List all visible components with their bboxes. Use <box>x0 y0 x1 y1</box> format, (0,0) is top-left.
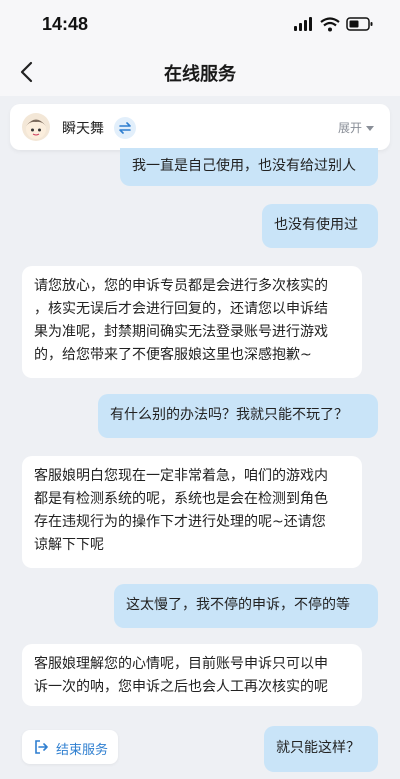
message-line: 谅解下下呢 <box>34 537 104 553</box>
nav-bar: 在线服务 <box>0 48 400 96</box>
message-line: 客服娘明白您现在一定非常着急，咱们的游戏内 <box>34 468 328 484</box>
wifi-icon <box>320 17 340 32</box>
agent-avatar <box>22 113 50 141</box>
status-time: 14:48 <box>42 14 89 34</box>
message-user: 就只能这样？ <box>264 726 378 772</box>
transfer-icon[interactable] <box>114 117 136 139</box>
message-agent: 客服娘明白您现在一定非常着急，咱们的游戏内 都是有检测系统的呢，系统也是会在检测… <box>22 456 362 568</box>
agent-card: 瞬天舞 展开 <box>10 104 390 150</box>
message-user: 也没有使用过 <box>262 204 378 248</box>
message-agent: 请您放心，您的申诉专员都是会进行多次核实的 ，核实无误后才会进行回复的，还请您以… <box>22 266 362 378</box>
message-user: 我一直是自己使用，也没有给过别人 <box>120 148 378 186</box>
message-text: 有什么别的办法吗？我就只能不玩了？ <box>110 407 348 423</box>
message-user: 这太慢了，我不停的申诉，不停的等 <box>114 584 378 628</box>
message-text: 这太慢了，我不停的申诉，不停的等 <box>126 597 350 613</box>
status-icons <box>294 16 374 32</box>
end-service-label: 结束服务 <box>56 743 109 758</box>
end-service-button[interactable]: 结束服务 <box>22 730 118 764</box>
expand-button[interactable]: 展开 <box>338 119 374 136</box>
expand-label: 展开 <box>337 121 362 135</box>
message-line: 的，给您带来了不便客服娘这里也深感抱歉~ <box>34 347 312 363</box>
message-user: 有什么别的办法吗？我就只能不玩了？ <box>98 394 378 438</box>
message-line: 请您放心，您的申诉专员都是会进行多次核实的 <box>34 278 328 294</box>
status-bar: 14:48 <box>0 0 400 48</box>
message-line: 果为准呢，封禁期间确实无法登录账号进行游戏 <box>34 324 328 340</box>
message-line: 都是有检测系统的呢，系统也是会在检测到角色 <box>34 491 328 507</box>
message-line: 存在违规行为的操作下才进行处理的呢~还请您 <box>34 514 326 530</box>
signal-icon <box>294 17 312 31</box>
message-agent: 客服娘理解您的心情呢，目前账号申诉只可以申 诉一次的呐，您申诉之后也会人工再次核… <box>22 644 362 706</box>
page-title: 在线服务 <box>164 64 236 85</box>
agent-name: 瞬天舞 <box>62 121 104 137</box>
battery-icon <box>346 17 373 31</box>
message-text: 我一直是自己使用，也没有给过别人 <box>132 158 356 174</box>
message-line: 诉一次的呐，您申诉之后也会人工再次核实的呢 <box>34 679 328 695</box>
message-text: 就只能这样？ <box>276 740 360 756</box>
message-line: ，核实无误后才会进行回复的，还请您以申诉结 <box>34 301 328 317</box>
exit-icon <box>35 740 48 754</box>
caret-down-icon <box>366 126 374 131</box>
message-text: 也没有使用过 <box>274 217 358 233</box>
message-line: 客服娘理解您的心情呢，目前账号申诉只可以申 <box>34 656 328 672</box>
